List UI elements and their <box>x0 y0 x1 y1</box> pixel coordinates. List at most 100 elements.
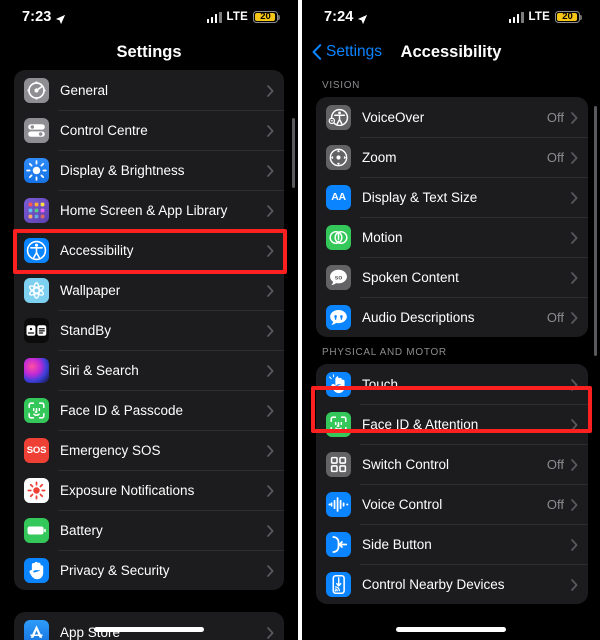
row-control-nearby-devices[interactable]: Control Nearby Devices <box>316 564 588 604</box>
face-id-icon <box>24 397 49 423</box>
row-value: Off <box>546 456 564 472</box>
control-nearby-devices-icon <box>326 571 351 597</box>
svg-text:so: so <box>335 274 343 281</box>
accessibility-icon <box>24 237 49 263</box>
chevron-right-icon <box>571 271 578 284</box>
row-side-button[interactable]: Side Button <box>316 524 588 564</box>
row-switch-control[interactable]: Switch Control Off <box>316 444 588 484</box>
audio-descriptions-icon <box>326 304 351 330</box>
chevron-right-icon <box>267 364 274 377</box>
row-spoken-content[interactable]: so Spoken Content <box>316 257 588 297</box>
display-text-size-icon: AA <box>326 184 351 210</box>
row-app-store[interactable]: App Store <box>14 612 284 640</box>
right-phone-screen: 7:24 LTE 20 Settings Accessibility VISIO… <box>302 0 600 640</box>
chevron-right-icon <box>571 111 578 124</box>
row-standby[interactable]: StandBy <box>14 310 284 350</box>
chevron-right-icon <box>267 444 274 457</box>
side-button-icon <box>326 531 351 557</box>
battery-icon: 20 <box>555 10 583 24</box>
settings-group-main: General Control Centre Display & Brightnes… <box>14 70 284 590</box>
row-label: Voice Control <box>362 496 443 512</box>
row-label: Home Screen & App Library <box>60 202 228 218</box>
row-label: Display & Brightness <box>60 162 185 178</box>
row-label: Control Centre <box>60 122 148 138</box>
cellular-signal-icon <box>508 11 524 23</box>
row-label: Touch <box>362 376 399 392</box>
row-label: Face ID & Attention <box>362 416 479 432</box>
row-touch[interactable]: Touch <box>316 364 588 404</box>
row-exposure-notifications[interactable]: Exposure Notifications <box>14 470 284 510</box>
row-display-text-size[interactable]: AA Display & Text Size <box>316 177 588 217</box>
chevron-right-icon <box>571 498 578 511</box>
row-label: Display & Text Size <box>362 189 478 205</box>
status-time: 7:24 <box>324 9 354 25</box>
status-bar-left-cluster: 7:24 <box>324 9 368 25</box>
switch-control-icon <box>326 451 351 477</box>
row-zoom[interactable]: Zoom Off <box>316 137 588 177</box>
row-label: Control Nearby Devices <box>362 576 505 592</box>
row-audio-descriptions[interactable]: Audio Descriptions Off <box>316 297 588 337</box>
scroll-indicator-left[interactable] <box>292 118 295 188</box>
row-general[interactable]: General <box>14 70 284 110</box>
row-siri-search[interactable]: Siri & Search <box>14 350 284 390</box>
scroll-indicator-right[interactable] <box>594 106 597 356</box>
row-wallpaper[interactable]: Wallpaper <box>14 270 284 310</box>
chevron-right-icon <box>571 191 578 204</box>
settings-list-left[interactable]: General Control Centre Display & Brightnes… <box>0 70 298 640</box>
row-voiceover[interactable]: VoiceOver Off <box>316 97 588 137</box>
accessibility-list[interactable]: VISION VoiceOver Off Zoom Off AA Display & Tex… <box>302 70 600 640</box>
back-button-label: Settings <box>326 43 383 60</box>
chevron-right-icon <box>267 404 274 417</box>
row-motion[interactable]: Motion <box>316 217 588 257</box>
chevron-right-icon <box>267 284 274 297</box>
row-label: Side Button <box>362 536 432 552</box>
chevron-right-icon <box>571 378 578 391</box>
row-label: Spoken Content <box>362 269 459 285</box>
chevron-right-icon <box>571 578 578 591</box>
row-label: Switch Control <box>362 456 450 472</box>
row-value: Off <box>546 109 564 125</box>
row-face-id-attention[interactable]: Face ID & Attention <box>316 404 588 444</box>
section-header-physical-and-motor: PHYSICAL AND MOTOR <box>322 347 447 358</box>
privacy-hand-icon <box>24 557 49 583</box>
voiceover-icon <box>326 104 351 130</box>
chevron-right-icon <box>267 124 274 137</box>
row-voice-control[interactable]: Voice Control Off <box>316 484 588 524</box>
row-display-brightness[interactable]: Display & Brightness <box>14 150 284 190</box>
row-label: Battery <box>60 522 103 538</box>
app-store-icon <box>24 619 49 640</box>
section-header-vision: VISION <box>322 80 361 91</box>
carrier-label: LTE <box>528 11 550 23</box>
row-battery[interactable]: Battery <box>14 510 284 550</box>
row-label: Accessibility <box>60 242 134 258</box>
gear-icon <box>24 77 49 103</box>
battery-percent: 20 <box>562 11 573 23</box>
chevron-right-icon <box>267 244 274 257</box>
home-screen-icon <box>24 197 49 223</box>
chevron-right-icon <box>571 538 578 551</box>
row-label: Audio Descriptions <box>362 309 475 325</box>
row-face-id-passcode[interactable]: Face ID & Passcode <box>14 390 284 430</box>
status-bar-right: 7:24 LTE 20 <box>302 0 600 34</box>
settings-group-store: App Store <box>14 612 284 640</box>
back-button[interactable]: Settings <box>312 34 382 70</box>
row-emergency-sos[interactable]: SOS Emergency SOS <box>14 430 284 470</box>
touch-icon <box>326 371 351 397</box>
battery-percent: 20 <box>260 11 271 23</box>
motion-icon <box>326 224 351 250</box>
row-control-centre[interactable]: Control Centre <box>14 110 284 150</box>
settings-group: Touch Face ID & Attention Switch Control Of… <box>316 364 588 604</box>
settings-group: VoiceOver Off Zoom Off AA Display & Text Size… <box>316 97 588 337</box>
left-phone-screen: 7:23 LTE 20 Settings General Control Cent… <box>0 0 298 640</box>
exposure-notifications-icon <box>24 477 49 503</box>
chevron-right-icon <box>267 564 274 577</box>
row-accessibility[interactable]: Accessibility <box>14 230 284 270</box>
row-label: General <box>60 82 109 98</box>
row-value: Off <box>546 149 564 165</box>
row-home-screen-app-library[interactable]: Home Screen & App Library <box>14 190 284 230</box>
row-privacy-security[interactable]: Privacy & Security <box>14 550 284 590</box>
carrier-label: LTE <box>226 11 248 23</box>
status-bar-right-cluster: LTE 20 <box>206 10 281 24</box>
cellular-signal-icon <box>206 11 222 23</box>
status-bar-left: 7:23 LTE 20 <box>0 0 298 34</box>
